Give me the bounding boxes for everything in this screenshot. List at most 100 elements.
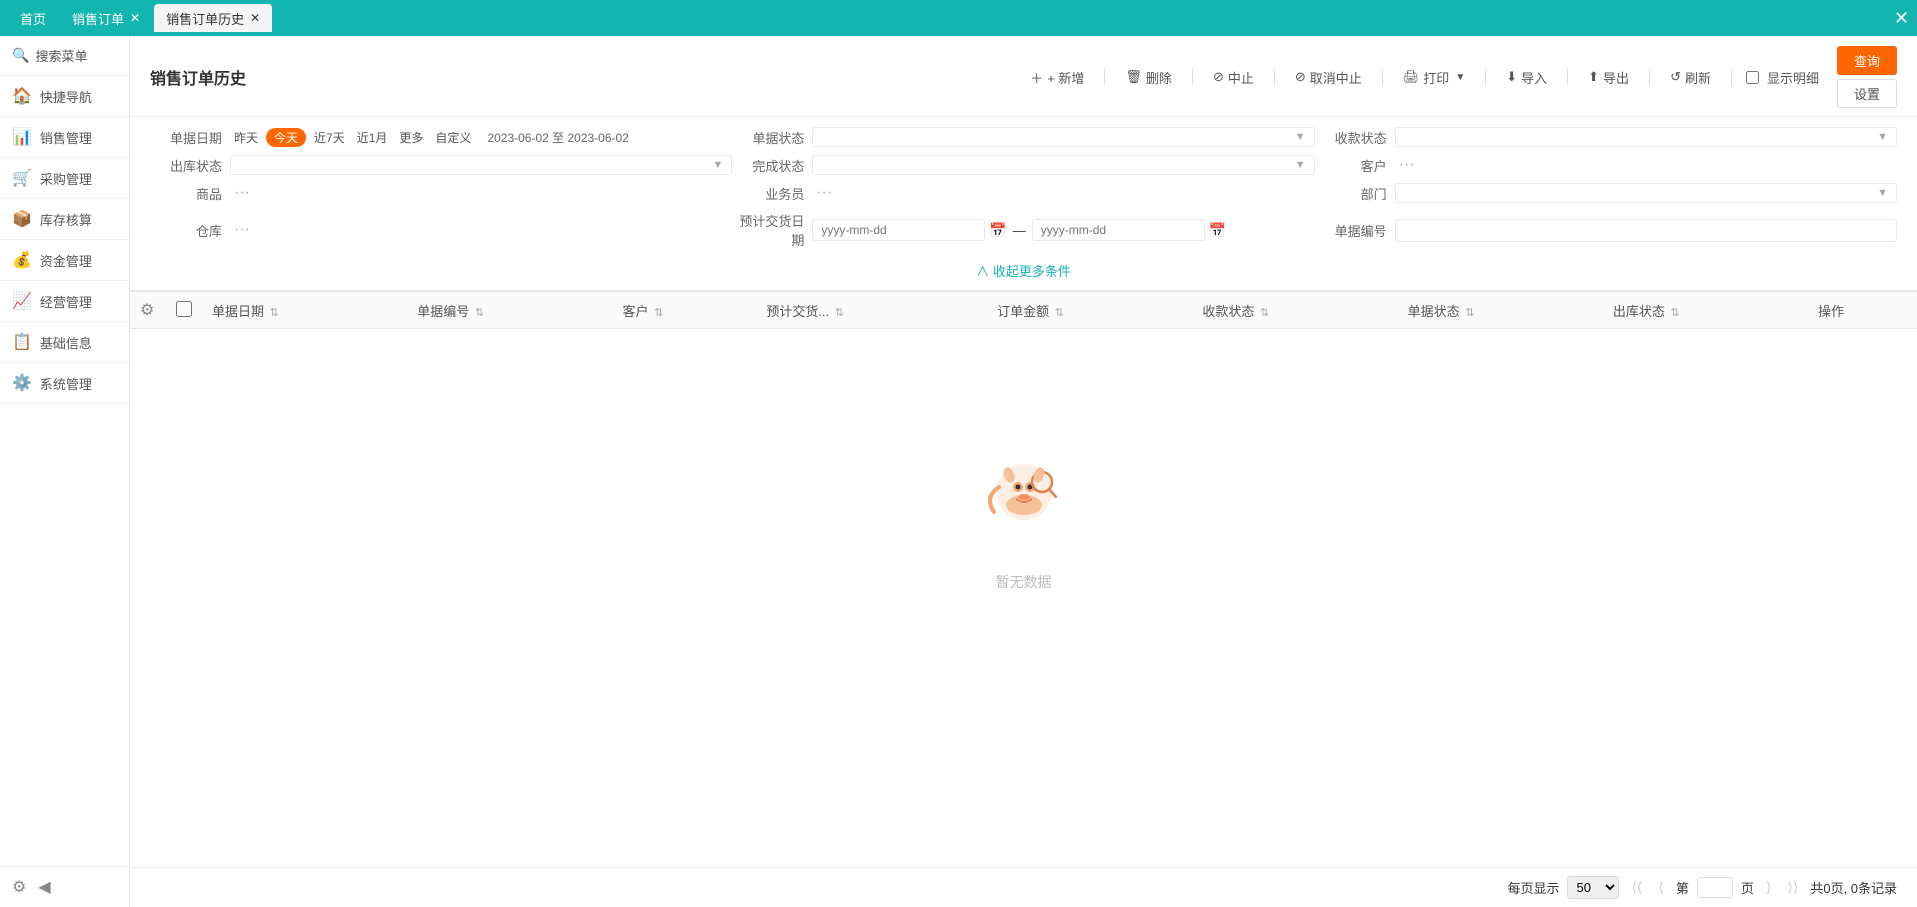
tab-sales-order-close[interactable]: ✕: [130, 11, 140, 25]
sidebar-item-system-mgmt[interactable]: ⚙️ 系统管理: [0, 363, 129, 404]
main-layout: 🔍 搜索菜单 🏠 快捷导航 📊 销售管理 🛒 采购管理 📦 库存核算 💰 资金管…: [0, 36, 1917, 907]
quick-nav-icon: 🏠: [12, 86, 32, 106]
col-order-amount[interactable]: 订单金额 ⇅: [987, 292, 1192, 329]
order-number-input[interactable]: [1395, 219, 1897, 242]
print-button[interactable]: 🖨 打印 ▼: [1397, 64, 1471, 91]
delivery-date-start-calendar-icon[interactable]: 📅: [989, 222, 1006, 239]
sidebar-item-operation-mgmt[interactable]: 📈 经营管理: [0, 281, 129, 322]
import-icon: ⬇: [1506, 69, 1517, 85]
cancel-stop-button[interactable]: ⊘ 取消中止: [1289, 64, 1368, 91]
total-info: 共0页, 0条记录: [1810, 878, 1897, 897]
col-order-status[interactable]: 单据状态 ⇅: [1398, 292, 1603, 329]
col-delivery-date[interactable]: 预计交货... ⇅: [756, 292, 987, 329]
print-label: 打印: [1423, 68, 1449, 87]
delivery-date-end-input[interactable]: [1032, 219, 1205, 241]
sidebar-item-purchase-mgmt-label: 采购管理: [40, 169, 92, 188]
tab-sales-order-history[interactable]: 销售订单历史 ✕: [154, 4, 272, 32]
table-header-row: ⚙ 单据日期 ⇅ 单据编号 ⇅: [130, 292, 1917, 329]
tab-home[interactable]: 首页: [8, 4, 58, 32]
empty-svg: [974, 447, 1074, 537]
sidebar-item-inventory[interactable]: 📦 库存核算: [0, 199, 129, 240]
sidebar-item-basic-info[interactable]: 📋 基础信息: [0, 322, 129, 363]
date-btn-custom[interactable]: 自定义: [431, 128, 475, 147]
import-button[interactable]: ⬇ 导入: [1500, 64, 1553, 91]
sidebar-search[interactable]: 🔍 搜索菜单: [0, 36, 129, 76]
delete-label: 删除: [1146, 68, 1172, 87]
sidebar-item-finance-mgmt[interactable]: 💰 资金管理: [0, 240, 129, 281]
export-label: 导出: [1603, 68, 1629, 87]
order-status-select[interactable]: ▼: [812, 127, 1314, 147]
delete-button[interactable]: 🗑 删除: [1119, 64, 1178, 91]
sidebar-settings-icon[interactable]: ⚙: [12, 877, 26, 897]
customer-dots-icon[interactable]: ···: [1399, 156, 1415, 174]
collapse-filters-button[interactable]: ∧ 收起更多条件: [976, 264, 1071, 279]
sidebar-item-operation-mgmt-label: 经营管理: [40, 292, 92, 311]
last-page-button[interactable]: ⟩⟩: [1783, 877, 1802, 898]
date-btn-more[interactable]: 更多: [395, 128, 427, 147]
col-order-no[interactable]: 单据编号 ⇅: [407, 292, 612, 329]
filter-date-value: 昨天 今天 近7天 近1月 更多 自定义 2023-06-02 至 2023-0…: [230, 128, 732, 147]
refresh-button[interactable]: ↺ 刷新: [1664, 64, 1717, 91]
page-size-label: 每页显示: [1507, 878, 1559, 897]
table-header: ⚙ 单据日期 ⇅ 单据编号 ⇅: [130, 292, 1917, 329]
completion-status-arrow-icon: ▼: [1295, 159, 1306, 171]
display-detail-toggle[interactable]: 显示明细: [1746, 68, 1819, 87]
payment-status-label: 收款状态: [1315, 128, 1395, 147]
col-outbound-status[interactable]: 出库状态 ⇅: [1603, 292, 1808, 329]
col-outbound-status-sort-icon: ⇅: [1671, 307, 1680, 319]
outbound-status-select[interactable]: ▼: [230, 155, 732, 175]
new-button[interactable]: ＋ + 新增: [1024, 64, 1090, 91]
filter-salesperson-section: 业务员 ···: [732, 184, 1314, 203]
filter-completion-section: 完成状态 ▼: [732, 155, 1314, 175]
department-select[interactable]: ▼: [1395, 183, 1897, 203]
completion-status-label: 完成状态: [732, 156, 812, 175]
col-outbound-status-label: 出库状态: [1613, 304, 1665, 319]
delivery-date-end-calendar-icon[interactable]: 📅: [1209, 222, 1226, 239]
collapse-up-icon: ∧: [976, 264, 989, 279]
date-btn-yesterday[interactable]: 昨天: [230, 128, 262, 147]
date-btn-today[interactable]: 今天: [266, 128, 306, 147]
product-dots-icon[interactable]: ···: [234, 184, 250, 202]
tab-sales-order[interactable]: 销售订单 ✕: [60, 4, 152, 32]
cancel-stop-label: 取消中止: [1310, 68, 1362, 87]
sidebar-item-quick-nav[interactable]: 🏠 快捷导航: [0, 76, 129, 117]
tab-sales-order-history-close[interactable]: ✕: [250, 11, 260, 25]
payment-status-select[interactable]: ▼: [1395, 127, 1897, 147]
export-button[interactable]: ⬆ 导出: [1582, 64, 1635, 91]
window-close-button[interactable]: ✕: [1894, 8, 1909, 29]
salesperson-dots-icon[interactable]: ···: [816, 184, 832, 202]
display-detail-checkbox[interactable]: [1746, 71, 1759, 84]
completion-status-select[interactable]: ▼: [812, 155, 1314, 175]
table-settings-icon[interactable]: ⚙: [140, 302, 154, 319]
filter-row-4: 仓库 ··· 预计交货日期 📅 — 📅 单据编号: [150, 211, 1897, 249]
stop-button[interactable]: ⊘ 中止: [1207, 64, 1260, 91]
page-size-select[interactable]: 50 10 20 100: [1567, 876, 1619, 899]
settings-button[interactable]: 设置: [1837, 79, 1897, 108]
page-number-input[interactable]: 1: [1697, 877, 1733, 898]
col-customer[interactable]: 客户 ⇅: [613, 292, 757, 329]
query-button[interactable]: 查询: [1837, 46, 1897, 75]
sidebar-item-purchase-mgmt[interactable]: 🛒 采购管理: [0, 158, 129, 199]
col-settings: ⚙: [130, 292, 166, 329]
sidebar-item-sales-mgmt[interactable]: 📊 销售管理: [0, 117, 129, 158]
date-btn-1month[interactable]: 近1月: [353, 128, 392, 147]
first-page-button[interactable]: ⟨⟨: [1627, 877, 1646, 898]
empty-text: 暂无数据: [996, 572, 1052, 592]
filter-payment-status-section: 收款状态 ▼: [1315, 127, 1897, 147]
select-all-checkbox[interactable]: [176, 301, 192, 317]
sidebar-collapse-icon[interactable]: ◀: [38, 877, 50, 897]
delivery-date-start-input[interactable]: [812, 219, 985, 241]
inventory-icon: 📦: [12, 209, 32, 229]
col-order-date[interactable]: 单据日期 ⇅: [202, 292, 407, 329]
sales-mgmt-icon: 📊: [12, 127, 32, 147]
system-mgmt-icon: ⚙️: [12, 373, 32, 393]
prev-page-button[interactable]: ⟨: [1654, 877, 1667, 898]
pagination-bar: 每页显示 50 10 20 100 ⟨⟨ ⟨ 第 1 页 ⟩ ⟩⟩ 共0页, 0…: [130, 867, 1917, 907]
col-payment-status[interactable]: 收款状态 ⇅: [1192, 292, 1397, 329]
next-page-button[interactable]: ⟩: [1762, 877, 1775, 898]
warehouse-dots-icon[interactable]: ···: [234, 221, 250, 239]
col-order-amount-label: 订单金额: [997, 304, 1049, 319]
col-action-label: 操作: [1818, 304, 1844, 319]
date-btn-7days[interactable]: 近7天: [310, 128, 349, 147]
tab-sales-order-label: 销售订单: [72, 9, 124, 28]
